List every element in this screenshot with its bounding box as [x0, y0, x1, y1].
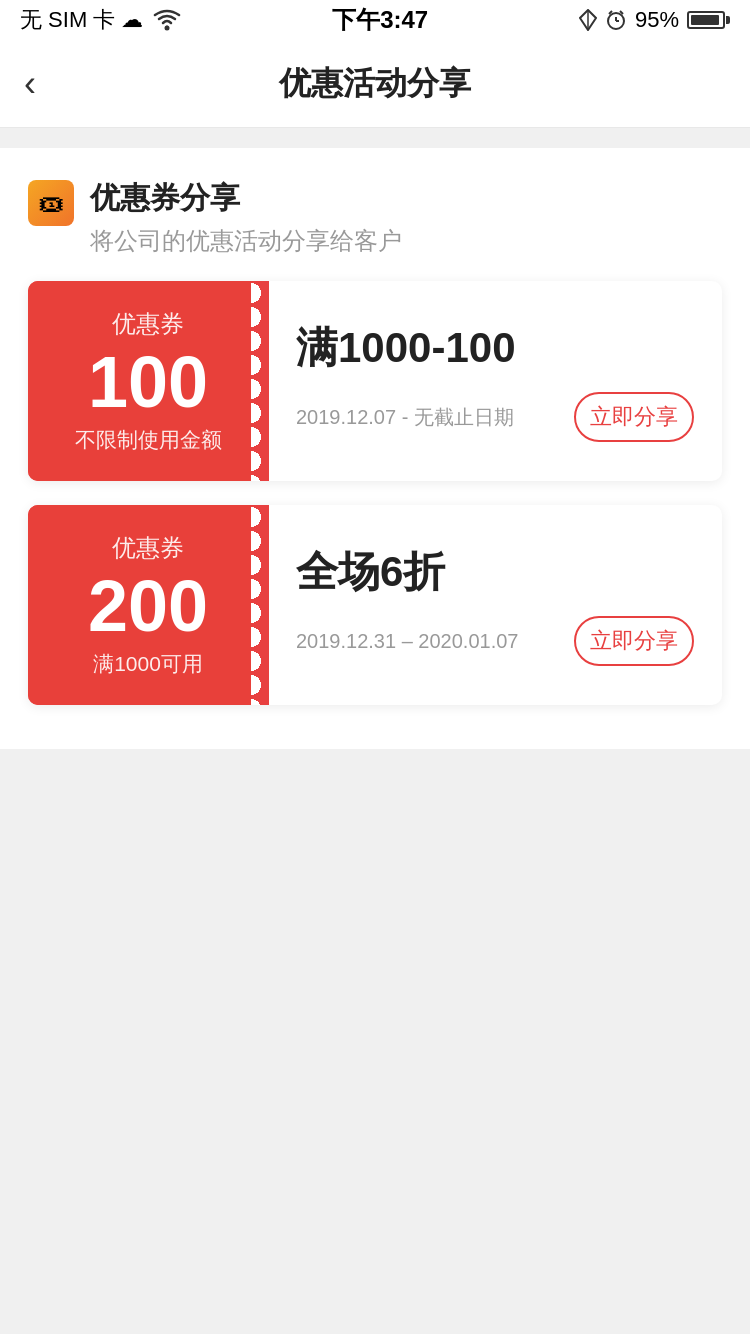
coupon-label-1: 优惠券: [112, 308, 184, 340]
section-subtext: 将公司的优惠活动分享给客户: [90, 225, 402, 257]
page-title: 优惠活动分享: [279, 62, 471, 106]
section-heading: 优惠券分享: [90, 178, 402, 219]
coupon-meta-2: 2019.12.31 – 2020.01.07 立即分享: [296, 616, 694, 666]
status-bar: 无 SIM 卡 ☁ 下午3:47 95%: [0, 0, 750, 40]
coupon-right-2: 全场6折 2019.12.31 – 2020.01.07 立即分享: [268, 505, 722, 705]
coupon-condition-1: 不限制使用金额: [65, 426, 232, 454]
top-divider: [0, 128, 750, 148]
coupon-condition-2: 满1000可用: [83, 650, 213, 678]
sim-text: 无 SIM 卡 ☁: [20, 5, 143, 35]
coupon-date-2: 2019.12.31 – 2020.01.07: [296, 630, 518, 653]
coupon-left-2: 优惠券 200 满1000可用: [28, 505, 268, 705]
wifi-icon: [153, 9, 181, 31]
svg-point-0: [165, 26, 170, 31]
coupon-title-1: 满1000-100: [296, 320, 694, 376]
coupon-card-2: 优惠券 200 满1000可用 全场6折 2019.12.31 – 2020.0…: [28, 505, 722, 705]
battery-icon: [687, 11, 730, 29]
coupon-title-2: 全场6折: [296, 544, 694, 600]
coupon-meta-1: 2019.12.07 - 无截止日期 立即分享: [296, 392, 694, 442]
coupon-card-1: 优惠券 100 不限制使用金额 满1000-100 2019.12.07 - 无…: [28, 281, 722, 481]
status-left: 无 SIM 卡 ☁: [20, 5, 181, 35]
back-button[interactable]: ‹: [24, 66, 36, 102]
coupon-right-1: 满1000-100 2019.12.07 - 无截止日期 立即分享: [268, 281, 722, 481]
status-time: 下午3:47: [332, 4, 428, 36]
status-right: 95%: [579, 7, 730, 33]
coupon-amount-2: 200: [88, 570, 208, 642]
location-icon: [579, 9, 597, 31]
section-header: 🎟 优惠券分享 将公司的优惠活动分享给客户: [0, 148, 750, 281]
coupon-amount-1: 100: [88, 346, 208, 418]
coupon-label-2: 优惠券: [112, 532, 184, 564]
background-area: [0, 749, 750, 1249]
coupon-left-1: 优惠券 100 不限制使用金额: [28, 281, 268, 481]
coupon-list: 优惠券 100 不限制使用金额 满1000-100 2019.12.07 - 无…: [0, 281, 750, 749]
section-icon: 🎟: [28, 180, 74, 226]
nav-bar: ‹ 优惠活动分享: [0, 40, 750, 128]
share-button-2[interactable]: 立即分享: [574, 616, 694, 666]
share-button-1[interactable]: 立即分享: [574, 392, 694, 442]
alarm-icon: [605, 9, 627, 31]
section-text: 优惠券分享 将公司的优惠活动分享给客户: [90, 178, 402, 257]
battery-percent: 95%: [635, 7, 679, 33]
coupon-date-1: 2019.12.07 - 无截止日期: [296, 404, 514, 431]
